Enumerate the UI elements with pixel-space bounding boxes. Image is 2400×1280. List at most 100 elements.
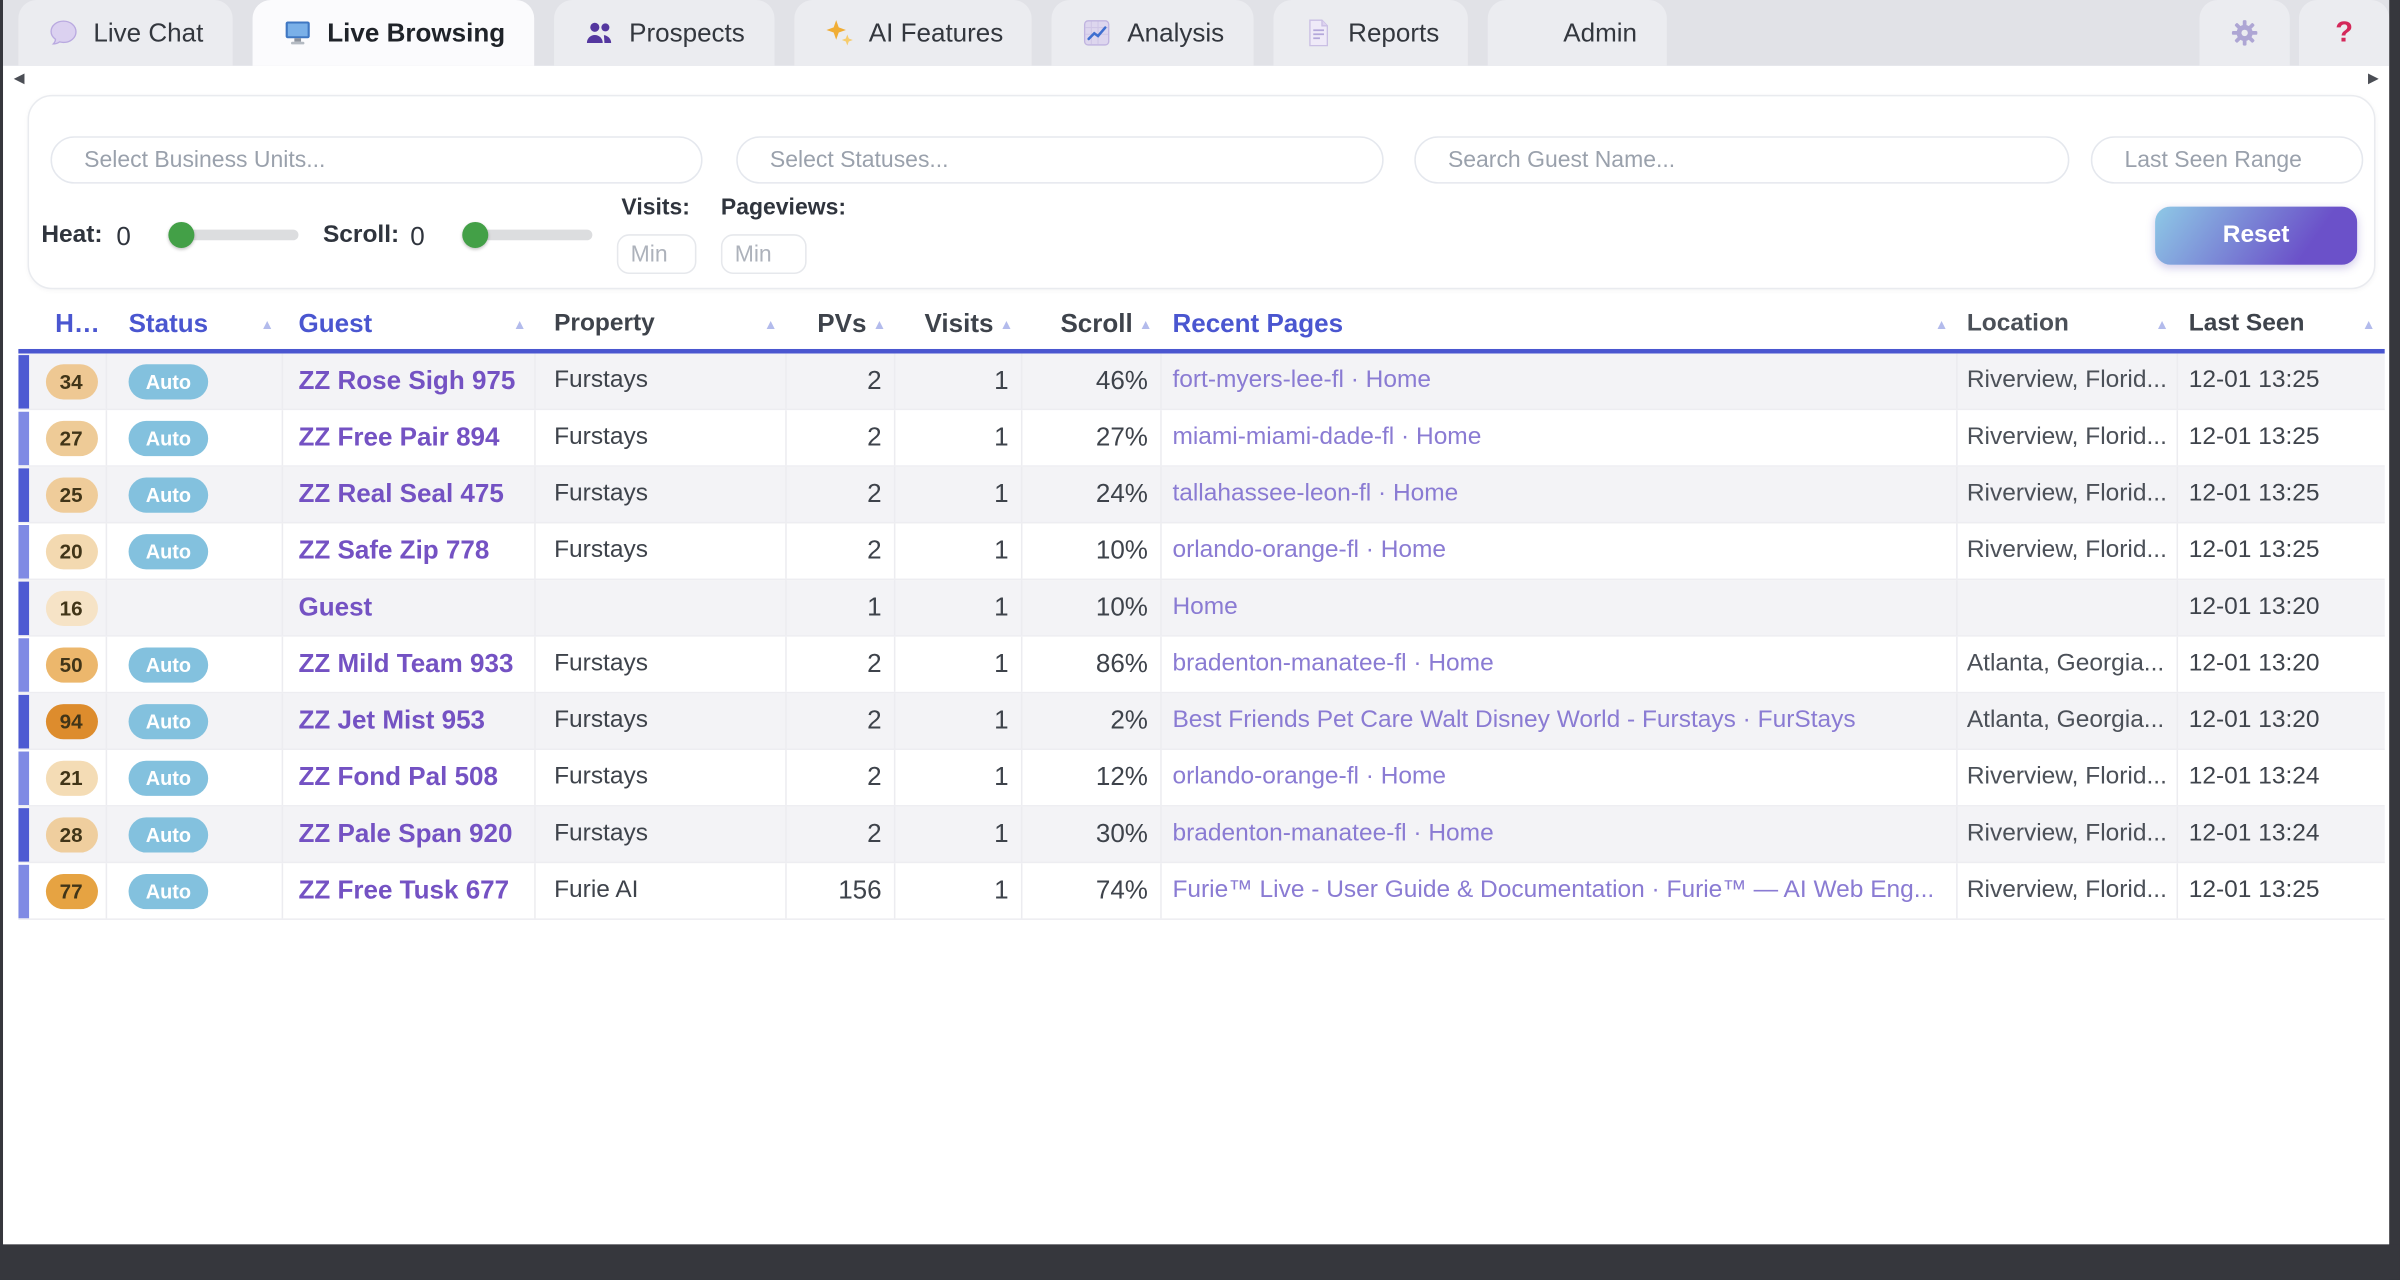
property-cell: Furstays <box>536 410 787 465</box>
scroll-slider-thumb[interactable] <box>462 222 488 248</box>
scroll-cell: 74% <box>1022 863 1161 918</box>
heat-filter-value: 0 <box>116 222 130 253</box>
column-header-pvs[interactable]: PVs ▲ <box>787 300 896 349</box>
table-row[interactable]: 20 Auto ZZ Safe Zip 778 Furstays 2 1 10%… <box>18 523 2384 580</box>
location-cell: Riverview, Florid... <box>1958 863 2178 918</box>
sort-arrow-icon: ▲ <box>1000 317 1014 332</box>
scroll-right-icon[interactable]: ▶ <box>2368 71 2379 85</box>
guest-link[interactable]: ZZ Free Pair 894 <box>298 422 499 453</box>
chat-icon <box>47 17 79 49</box>
property-cell: Furstays <box>536 637 787 692</box>
tab-live-chat[interactable]: Live Chat <box>18 0 232 66</box>
reset-button[interactable]: Reset <box>2155 207 2357 265</box>
recent-pages-link[interactable]: tallahassee-leon-fl · Home <box>1172 481 1458 509</box>
guest-link[interactable]: ZZ Pale Span 920 <box>298 819 512 850</box>
status-badge: Auto <box>129 817 209 852</box>
location-cell <box>1958 580 2178 635</box>
table-row[interactable]: 28 Auto ZZ Pale Span 920 Furstays 2 1 30… <box>18 807 2384 864</box>
column-header-scroll[interactable]: Scroll ▲ <box>1022 300 1161 349</box>
table-row[interactable]: 50 Auto ZZ Mild Team 933 Furstays 2 1 86… <box>18 637 2384 694</box>
heat-slider[interactable] <box>173 230 299 241</box>
screen: Live Chat Live Browsing Prospects AI Fea… <box>0 0 2400 1280</box>
guest-link[interactable]: Guest <box>298 592 372 623</box>
visits-cell: 1 <box>895 580 1022 635</box>
table-row[interactable]: 94 Auto ZZ Jet Mist 953 Furstays 2 1 2% … <box>18 693 2384 750</box>
business-units-select[interactable] <box>51 136 703 183</box>
recent-pages-link[interactable]: Furie™ Live - User Guide & Documentation… <box>1172 877 1934 905</box>
table-header-row: H… ▲ Status ▲ Guest ▲ Property ▲ PVs ▲ V… <box>18 300 2384 354</box>
sort-arrow-icon: ▲ <box>260 317 274 332</box>
window-edge-right <box>2389 0 2400 1280</box>
tab-admin[interactable]: Admin <box>1488 0 1666 66</box>
help-button[interactable]: ? <box>2299 0 2389 66</box>
recent-pages-link[interactable]: Best Friends Pet Care Walt Disney World … <box>1172 707 1855 735</box>
recent-pages-link[interactable]: bradenton-manatee-fl · Home <box>1172 651 1493 679</box>
pageviews-cell: 2 <box>787 807 896 862</box>
guest-link[interactable]: ZZ Mild Team 933 <box>298 649 513 680</box>
last-seen-cell: 12-01 13:25 <box>2178 354 2385 409</box>
recent-pages-link[interactable]: orlando-orange-fl · Home <box>1172 537 1446 565</box>
guest-link[interactable]: ZZ Safe Zip 778 <box>298 536 489 567</box>
table-row[interactable]: 16 Guest 1 1 10% Home 12-01 13:20 <box>18 580 2384 637</box>
column-header-pages[interactable]: Recent Pages ▲ <box>1162 300 1958 349</box>
visits-min-input[interactable] <box>617 234 697 274</box>
guest-link[interactable]: ZZ Real Seal 475 <box>298 479 503 510</box>
scroll-slider[interactable] <box>467 230 593 241</box>
column-header-last_seen[interactable]: Last Seen ▲ <box>2178 300 2385 349</box>
table-row[interactable]: 77 Auto ZZ Free Tusk 677 Furie AI 156 1 … <box>18 863 2384 920</box>
tab-ai-features[interactable]: AI Features <box>794 0 1033 66</box>
guest-link[interactable]: ZZ Free Tusk 677 <box>298 876 509 907</box>
column-header-property[interactable]: Property ▲ <box>536 300 787 349</box>
column-header-status[interactable]: Status ▲ <box>107 300 283 349</box>
tab-prospects[interactable]: Prospects <box>554 0 774 66</box>
heat-badge: 50 <box>45 647 97 682</box>
last-seen-cell: 12-01 13:24 <box>2178 807 2385 862</box>
recent-pages-link[interactable]: orlando-orange-fl · Home <box>1172 764 1446 792</box>
statuses-select[interactable] <box>736 136 1383 183</box>
property-cell: Furstays <box>536 523 787 578</box>
location-cell: Riverview, Florid... <box>1958 467 2178 522</box>
status-badge: Auto <box>129 477 209 512</box>
guest-link[interactable]: ZZ Rose Sigh 975 <box>298 366 515 397</box>
tab-live-browsing[interactable]: Live Browsing <box>252 0 534 66</box>
row-accent-bar <box>18 694 29 748</box>
column-header-guest[interactable]: Guest ▲ <box>283 300 536 349</box>
recent-pages-link[interactable]: bradenton-manatee-fl · Home <box>1172 820 1493 848</box>
main-content: Heat: 0 Scroll: 0 Visits: Pageviews: Res… <box>3 90 2389 1244</box>
last-seen-cell: 12-01 13:25 <box>2178 863 2385 918</box>
property-cell: Furstays <box>536 750 787 805</box>
row-accent-bar <box>18 807 29 861</box>
window-edge-bottom <box>0 1244 2400 1279</box>
table-row[interactable]: 25 Auto ZZ Real Seal 475 Furstays 2 1 24… <box>18 467 2384 524</box>
tab-analysis[interactable]: Analysis <box>1052 0 1253 66</box>
tab-reports[interactable]: Reports <box>1273 0 1468 66</box>
last-seen-range-input[interactable] <box>2091 136 2363 183</box>
row-accent-bar <box>18 637 29 691</box>
table-row[interactable]: 21 Auto ZZ Fond Pal 508 Furstays 2 1 12%… <box>18 750 2384 807</box>
recent-pages-link[interactable]: Home <box>1172 594 1237 622</box>
pageviews-min-input[interactable] <box>721 234 807 274</box>
recent-pages-link[interactable]: miami-miami-dade-fl · Home <box>1172 424 1481 452</box>
guest-link[interactable]: ZZ Jet Mist 953 <box>298 706 485 737</box>
utility-tabs: ? <box>2199 0 2389 66</box>
property-cell: Furstays <box>536 467 787 522</box>
column-header-visits[interactable]: Visits ▲ <box>895 300 1022 349</box>
settings-button[interactable] <box>2199 0 2289 66</box>
recent-pages-link[interactable]: fort-myers-lee-fl · Home <box>1172 367 1431 395</box>
row-accent-bar <box>18 864 29 918</box>
table-row[interactable]: 34 Auto ZZ Rose Sigh 975 Furstays 2 1 46… <box>18 354 2384 411</box>
app-window: Live Chat Live Browsing Prospects AI Fea… <box>3 0 2389 1244</box>
guest-link[interactable]: ZZ Fond Pal 508 <box>298 762 498 793</box>
gear-icon <box>2229 17 2261 49</box>
pageviews-cell: 2 <box>787 637 896 692</box>
column-header-heat[interactable]: H… ▲ <box>37 300 107 349</box>
table-row[interactable]: 27 Auto ZZ Free Pair 894 Furstays 2 1 27… <box>18 410 2384 467</box>
heat-badge: 34 <box>45 364 97 399</box>
location-cell: Riverview, Florid... <box>1958 354 2178 409</box>
monitor-icon <box>281 17 313 49</box>
guest-search-input[interactable] <box>1414 136 2069 183</box>
scroll-left-icon[interactable]: ◀ <box>14 71 25 85</box>
pageviews-cell: 2 <box>787 523 896 578</box>
heat-slider-thumb[interactable] <box>168 222 194 248</box>
column-header-location[interactable]: Location ▲ <box>1958 300 2178 349</box>
